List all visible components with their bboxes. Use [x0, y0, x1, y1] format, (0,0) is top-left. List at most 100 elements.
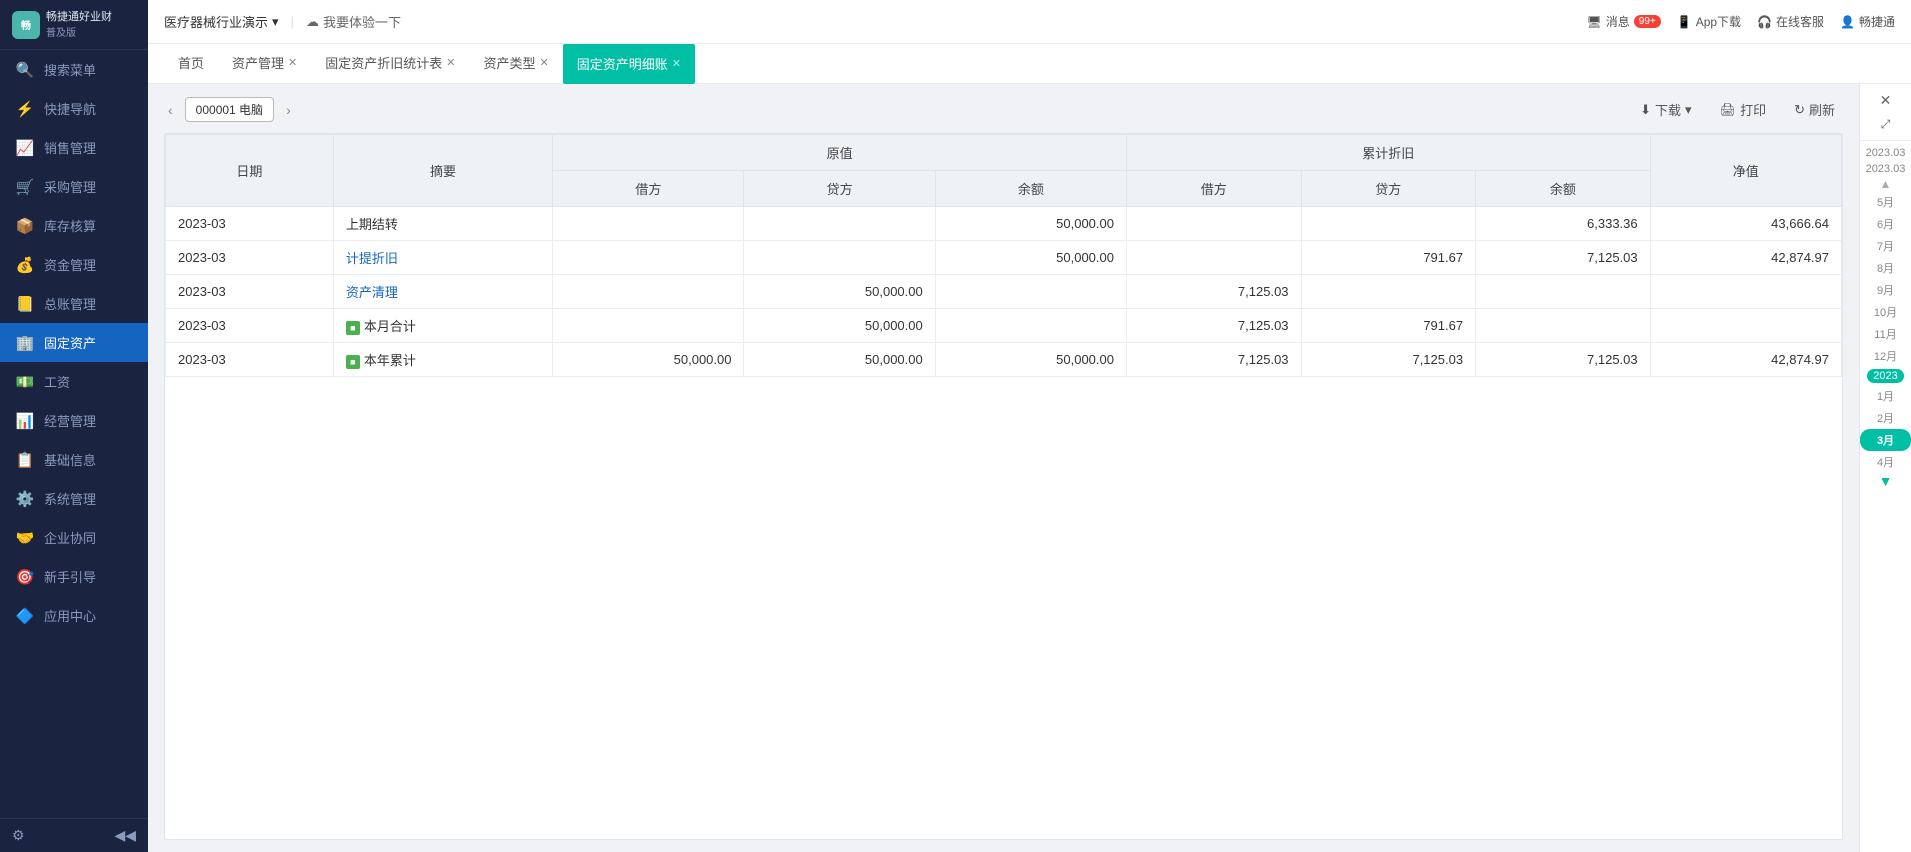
- sidebar-item-finance[interactable]: 💰 资金管理: [0, 245, 148, 284]
- timeline-month-10[interactable]: 10月: [1860, 301, 1911, 323]
- sidebar-item-fixed-assets[interactable]: 🏢 固定资产: [0, 323, 148, 362]
- sidebar-item-basic-info[interactable]: 📋 基础信息: [0, 440, 148, 479]
- system-icon: ⚙️: [16, 490, 34, 508]
- timeline-month-12[interactable]: 12月: [1860, 345, 1911, 367]
- print-label: 打印: [1740, 100, 1766, 119]
- tab-depreciation-stats[interactable]: 固定资产折旧统计表 ✕: [311, 44, 469, 84]
- sidebar-label-guide: 新手引导: [44, 567, 96, 586]
- message-btn[interactable]: 🖥 消息 99+: [1587, 13, 1661, 30]
- collapse-icon[interactable]: ◀◀: [114, 827, 136, 844]
- tab-asset-detail[interactable]: 固定资产明细账 ✕: [563, 44, 695, 84]
- tab-home-label: 首页: [178, 53, 204, 72]
- timeline-year-badge[interactable]: 2023: [1867, 369, 1903, 383]
- sidebar-item-ledger[interactable]: 📒 总账管理: [0, 284, 148, 323]
- timeline-second-label: 2023.03: [1866, 161, 1906, 177]
- app-download-btn[interactable]: 📱 App下载: [1677, 13, 1741, 30]
- sidebar-item-payroll[interactable]: 💵 工资: [0, 362, 148, 401]
- timeline-month-8[interactable]: 8月: [1860, 257, 1911, 279]
- print-btn[interactable]: 🖨 打印: [1712, 96, 1775, 123]
- timeline-month-5[interactable]: 5月: [1860, 191, 1911, 213]
- sidebar-item-enterprise[interactable]: 🤝 企业协同: [0, 518, 148, 557]
- timeline-month-4[interactable]: 4月: [1860, 451, 1911, 473]
- experience-label: 我要体验一下: [323, 12, 401, 31]
- sidebar-label-inventory: 库存核算: [44, 216, 96, 235]
- sidebar-item-system[interactable]: ⚙️ 系统管理: [0, 479, 148, 518]
- th-original-value: 原值: [553, 135, 1127, 171]
- table-row-monthly-total: 2023-03 ■本月合计 50,000.00 7,125.03 791.67: [166, 309, 1842, 343]
- toolbar-actions: ⬇ 下载 ▾ 🖨 打印 ↻ 刷新: [1632, 96, 1843, 123]
- topbar-divider: |: [291, 14, 294, 29]
- th-dep-debit: 借方: [1126, 171, 1301, 207]
- table-row-yearly-total: 2023-03 ■本年累计 50,000.00 50,000.00 50,000…: [166, 343, 1842, 377]
- asset-prev-btn[interactable]: ‹: [164, 100, 177, 120]
- asset-next-btn[interactable]: ›: [282, 100, 295, 120]
- logo-icon: 畅: [12, 11, 40, 39]
- timeline-top-label: 2023.03: [1866, 145, 1906, 161]
- cell-summary-4: ■本月合计: [333, 309, 552, 343]
- timeline-month-7[interactable]: 7月: [1860, 235, 1911, 257]
- guide-icon: 🎯: [16, 568, 34, 586]
- customer-service-btn[interactable]: 🎧 在线客服: [1757, 13, 1824, 30]
- cell-summary-1: 上期结转: [333, 207, 552, 241]
- cell-dep-debit-4: 7,125.03: [1126, 309, 1301, 343]
- tab-asset-type-close[interactable]: ✕: [540, 56, 549, 69]
- message-badge: 99+: [1634, 15, 1661, 28]
- cell-dep-credit-2: 791.67: [1301, 241, 1476, 275]
- user-icon: 👤: [1840, 15, 1855, 29]
- sidebar-item-app-center[interactable]: 🔷 应用中心: [0, 596, 148, 635]
- cell-summary-3[interactable]: 资产清理: [333, 275, 552, 309]
- sidebar-item-quick-nav[interactable]: ⚡ 快捷导航: [0, 89, 148, 128]
- timeline-month-11[interactable]: 11月: [1860, 323, 1911, 345]
- refresh-btn[interactable]: ↻ 刷新: [1786, 96, 1843, 123]
- sidebar-label-enterprise: 企业协同: [44, 528, 96, 547]
- tab-asset-mgmt-close[interactable]: ✕: [288, 56, 297, 69]
- tab-depreciation-stats-close[interactable]: ✕: [446, 56, 455, 69]
- cell-dep-credit-4: 791.67: [1301, 309, 1476, 343]
- tab-asset-mgmt[interactable]: 资产管理 ✕: [218, 44, 311, 84]
- timeline-down-arrow[interactable]: ▼: [1879, 473, 1893, 489]
- tab-home[interactable]: 首页: [164, 44, 218, 84]
- cell-orig-balance-4: [935, 309, 1126, 343]
- download-btn[interactable]: ⬇ 下载 ▾: [1632, 96, 1699, 123]
- cell-orig-credit-3: 50,000.00: [744, 275, 935, 309]
- sidebar-item-search[interactable]: 🔍 搜索菜单: [0, 50, 148, 89]
- message-label: 消息: [1606, 13, 1630, 30]
- cell-orig-credit-4: 50,000.00: [744, 309, 935, 343]
- sidebar-label-fixed-assets: 固定资产: [44, 333, 96, 352]
- experience-btn[interactable]: ☁ 我要体验一下: [306, 12, 401, 31]
- user-btn[interactable]: 👤 畅捷通: [1840, 13, 1895, 30]
- timeline-up-arrow[interactable]: ▲: [1880, 177, 1892, 191]
- company-selector[interactable]: 医疗器械行业演示 ▾: [164, 12, 279, 31]
- sidebar-item-purchase[interactable]: 🛒 采购管理: [0, 167, 148, 206]
- summary-icon-monthly: ■: [346, 321, 360, 335]
- app-download-label: App下载: [1696, 13, 1741, 30]
- sidebar-item-guide[interactable]: 🎯 新手引导: [0, 557, 148, 596]
- settings-icon[interactable]: ⚙: [12, 827, 25, 844]
- tab-asset-detail-close[interactable]: ✕: [672, 57, 681, 70]
- sales-icon: 📈: [16, 139, 34, 157]
- sidebar-item-inventory[interactable]: 📦 库存核算: [0, 206, 148, 245]
- panel-close-btn[interactable]: ✕: [1876, 88, 1896, 113]
- tab-bar: 首页 资产管理 ✕ 固定资产折旧统计表 ✕ 资产类型 ✕ 固定资产明细账 ✕: [148, 44, 1911, 84]
- sidebar-label-quick-nav: 快捷导航: [44, 99, 96, 118]
- cell-date-5: 2023-03: [166, 343, 334, 377]
- sidebar-item-operations[interactable]: 📊 经营管理: [0, 401, 148, 440]
- panel-expand-btn[interactable]: ⤢: [1877, 113, 1895, 136]
- timeline-month-6[interactable]: 6月: [1860, 213, 1911, 235]
- panel-header: ✕ ⤢: [1860, 88, 1911, 141]
- main-area: 医疗器械行业演示 ▾ | ☁ 我要体验一下 🖥 消息 99+ 📱 App下载 🎧…: [148, 0, 1911, 852]
- cell-summary-2[interactable]: 计提折旧: [333, 241, 552, 275]
- cell-dep-credit-1: [1301, 207, 1476, 241]
- customer-service-label: 在线客服: [1776, 13, 1824, 30]
- asset-tag[interactable]: 000001 电脑: [185, 97, 274, 122]
- sidebar-item-sales[interactable]: 📈 销售管理: [0, 128, 148, 167]
- timeline-month-9[interactable]: 9月: [1860, 279, 1911, 301]
- timeline-month-1[interactable]: 1月: [1860, 385, 1911, 407]
- tab-asset-type-label: 资产类型: [483, 53, 535, 72]
- timeline: 2023.03 2023.03 ▲ 5月 6月 7月 8月 9月 10月 11月…: [1860, 141, 1911, 493]
- timeline-month-3[interactable]: 3月: [1860, 429, 1911, 451]
- main-panel: ‹ 000001 电脑 › ⬇ 下载 ▾ 🖨 打印 ↻ 刷新: [148, 84, 1859, 852]
- operations-icon: 📊: [16, 412, 34, 430]
- timeline-month-2[interactable]: 2月: [1860, 407, 1911, 429]
- tab-asset-type[interactable]: 资产类型 ✕: [469, 44, 562, 84]
